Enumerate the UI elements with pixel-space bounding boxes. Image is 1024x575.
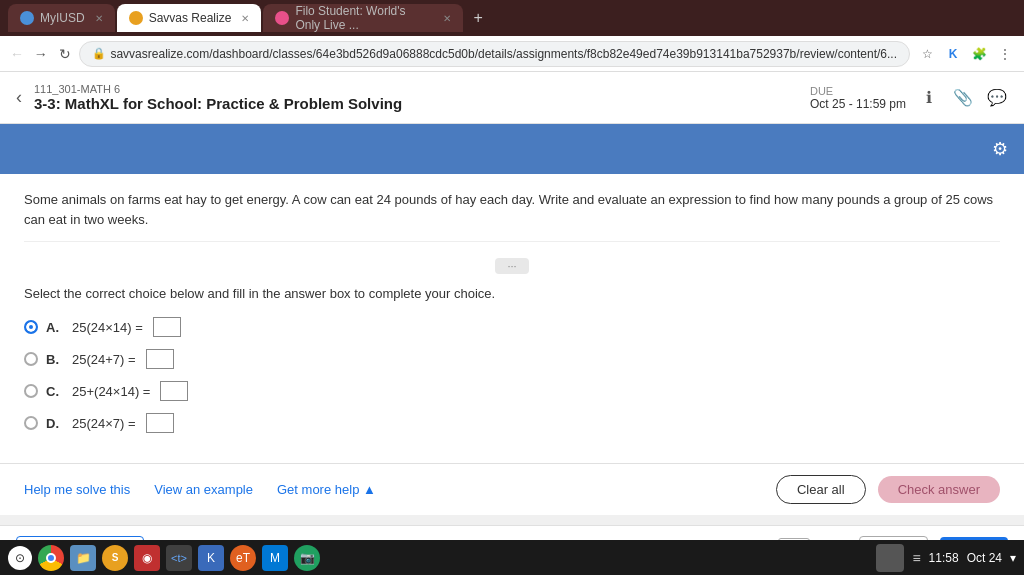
- option-a-radio[interactable]: [24, 320, 38, 334]
- option-d-radio[interactable]: [24, 416, 38, 430]
- taskbar-app5-icon[interactable]: M: [262, 545, 288, 571]
- tab-filo-close[interactable]: ✕: [443, 13, 451, 24]
- due-label: DUE: [810, 85, 906, 97]
- question-area: Some animals on farms eat hay to get ene…: [0, 174, 1024, 474]
- address-text: savvasrealize.com/dashboard/classes/64e3…: [110, 47, 897, 61]
- taskbar-date: Oct 24: [967, 551, 1002, 565]
- new-tab-button[interactable]: +: [465, 9, 490, 27]
- option-a-text: 25(24×14) =: [72, 320, 143, 335]
- taskbar-app2-icon[interactable]: <t>: [166, 545, 192, 571]
- back-browser-button[interactable]: ←: [8, 42, 26, 66]
- options-list: A. 25(24×14) = B. 25(24+7) = C. 25+(24×1…: [24, 317, 1000, 433]
- tab-savvas-label: Savvas Realize: [149, 11, 232, 25]
- tab-myiusd-close[interactable]: ✕: [95, 13, 103, 24]
- tab-myiusd-label: MyIUSD: [40, 11, 85, 25]
- option-a-row[interactable]: A. 25(24×14) =: [24, 317, 1000, 337]
- myiusd-tab-icon: [20, 11, 34, 25]
- due-date: Oct 25 - 11:59 pm: [810, 97, 906, 111]
- tab-filo-label: Filo Student: World's Only Live ...: [295, 4, 433, 32]
- taskbar: ⊙ 📁 S ◉ <t> K eT M 📷 ≡ 11:58 Oct 24 ▾: [0, 540, 1024, 575]
- instruction-text: Select the correct choice below and fill…: [24, 286, 1000, 301]
- check-answer-button[interactable]: Check answer: [878, 476, 1000, 503]
- address-bar[interactable]: 🔒 savvasrealize.com/dashboard/classes/64…: [79, 41, 910, 67]
- settings-icon[interactable]: ⚙: [992, 138, 1008, 160]
- question-text: Some animals on farms eat hay to get ene…: [24, 190, 1000, 242]
- option-c-radio[interactable]: [24, 384, 38, 398]
- option-b-text: 25(24+7) =: [72, 352, 136, 367]
- taskbar-files-icon[interactable]: 📁: [70, 545, 96, 571]
- chat-icon[interactable]: 💬: [986, 87, 1008, 109]
- wifi-icon: ▾: [1010, 551, 1016, 565]
- option-d-row[interactable]: D. 25(24×7) =: [24, 413, 1000, 433]
- option-d-input[interactable]: [146, 413, 174, 433]
- action-bar: Help me solve this View an example Get m…: [0, 463, 1024, 515]
- taskbar-chrome-icon[interactable]: [38, 545, 64, 571]
- taskbar-app4-icon[interactable]: eT: [230, 545, 256, 571]
- tab-savvas-close[interactable]: ✕: [241, 13, 249, 24]
- option-d-label: D.: [46, 416, 64, 431]
- get-more-help-link[interactable]: Get more help ▲: [277, 482, 376, 497]
- breadcrumb: 111_301-MATH 6: [34, 83, 402, 95]
- refresh-button[interactable]: ↻: [56, 42, 74, 66]
- option-c-input[interactable]: [160, 381, 188, 401]
- clear-all-button[interactable]: Clear all: [776, 475, 866, 504]
- tab-filo[interactable]: Filo Student: World's Only Live ... ✕: [263, 4, 463, 32]
- taskbar-time: 11:58: [929, 551, 959, 565]
- option-b-input[interactable]: [146, 349, 174, 369]
- option-d-text: 25(24×7) =: [72, 416, 136, 431]
- option-a-label: A.: [46, 320, 64, 335]
- taskbar-menu-icon[interactable]: ≡: [912, 550, 920, 566]
- option-a-input[interactable]: [153, 317, 181, 337]
- extensions-button[interactable]: 🧩: [968, 43, 990, 65]
- extension-k-icon[interactable]: K: [942, 43, 964, 65]
- option-c-label: C.: [46, 384, 64, 399]
- page-back-button[interactable]: ‹: [16, 87, 22, 108]
- option-c-row[interactable]: C. 25+(24×14) =: [24, 381, 1000, 401]
- taskbar-system-icon[interactable]: ⊙: [8, 546, 32, 570]
- expand-button[interactable]: ···: [495, 258, 528, 274]
- tab-myiusd[interactable]: MyIUSD ✕: [8, 4, 115, 32]
- savvas-tab-icon: [129, 11, 143, 25]
- user-avatar[interactable]: [876, 544, 904, 572]
- attachment-icon[interactable]: 📎: [952, 87, 974, 109]
- more-button[interactable]: ⋮: [994, 43, 1016, 65]
- taskbar-app6-icon[interactable]: 📷: [294, 545, 320, 571]
- option-b-radio[interactable]: [24, 352, 38, 366]
- info-icon[interactable]: ℹ: [918, 87, 940, 109]
- bookmark-button[interactable]: ☆: [916, 43, 938, 65]
- forward-browser-button[interactable]: →: [32, 42, 50, 66]
- question-header-bar: ⚙: [0, 124, 1024, 174]
- option-b-label: B.: [46, 352, 64, 367]
- taskbar-savvas-icon[interactable]: S: [102, 545, 128, 571]
- help-solve-link[interactable]: Help me solve this: [24, 482, 130, 497]
- page-title: 3-3: MathXL for School: Practice & Probl…: [34, 95, 402, 112]
- view-example-link[interactable]: View an example: [154, 482, 253, 497]
- filo-tab-icon: [275, 11, 289, 25]
- tab-savvas[interactable]: Savvas Realize ✕: [117, 4, 262, 32]
- taskbar-app3-icon[interactable]: K: [198, 545, 224, 571]
- option-b-row[interactable]: B. 25(24+7) =: [24, 349, 1000, 369]
- page-header: ‹ 111_301-MATH 6 3-3: MathXL for School:…: [0, 72, 1024, 124]
- taskbar-app1-icon[interactable]: ◉: [134, 545, 160, 571]
- option-c-text: 25+(24×14) =: [72, 384, 150, 399]
